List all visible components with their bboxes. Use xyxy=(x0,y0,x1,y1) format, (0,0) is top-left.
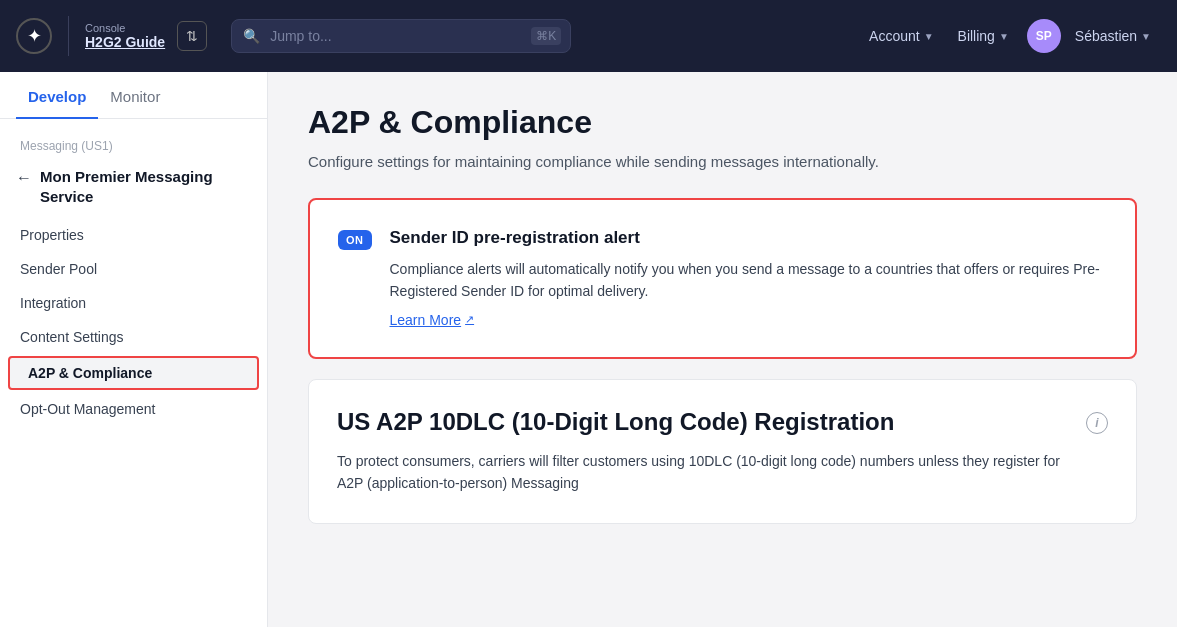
account-arrow-icon: ▼ xyxy=(924,31,934,42)
topnav: ✦ Console H2G2 Guide ⇅ 🔍 ⌘K Account ▼ Bi… xyxy=(0,0,1177,72)
billing-label: Billing xyxy=(958,28,995,44)
a2p-body: To protect consumers, carriers will filt… xyxy=(337,450,1086,495)
info-icon[interactable]: i xyxy=(1086,412,1108,434)
sender-id-title: Sender ID pre-registration alert xyxy=(390,228,1108,248)
page-title: A2P & Compliance xyxy=(308,104,1137,141)
console-label: Console xyxy=(85,22,165,34)
switcher-icon: ⇅ xyxy=(186,28,198,44)
sidebar-service: ← Mon Premier Messaging Service xyxy=(0,161,267,218)
user-avatar[interactable]: SP xyxy=(1027,19,1061,53)
sender-id-card-content: Sender ID pre-registration alert Complia… xyxy=(390,228,1108,329)
back-arrow-icon[interactable]: ← xyxy=(16,169,32,187)
sidebar-item-opt-out[interactable]: Opt-Out Management xyxy=(0,392,267,426)
user-menu[interactable]: Sébastien ▼ xyxy=(1065,22,1161,50)
tab-monitor[interactable]: Monitor xyxy=(98,72,172,119)
sender-id-body: Compliance alerts will automatically not… xyxy=(390,258,1108,303)
topnav-right: Account ▼ Billing ▼ SP Sébastien ▼ xyxy=(859,19,1161,53)
user-arrow-icon: ▼ xyxy=(1141,31,1151,42)
sidebar-tabs: Develop Monitor xyxy=(0,72,267,119)
sender-id-card: ON Sender ID pre-registration alert Comp… xyxy=(308,198,1137,359)
sidebar-section-label: Messaging (US1) xyxy=(0,119,267,161)
nav-divider xyxy=(68,16,69,56)
search-icon: 🔍 xyxy=(243,28,260,44)
sidebar-item-a2p-compliance[interactable]: A2P & Compliance xyxy=(8,356,259,390)
learn-more-label: Learn More xyxy=(390,312,462,328)
user-initials: SP xyxy=(1036,29,1052,43)
account-label: Account xyxy=(869,28,920,44)
sidebar-item-sender-pool[interactable]: Sender Pool xyxy=(0,252,267,286)
account-menu[interactable]: Account ▼ xyxy=(859,22,944,50)
sidebar-item-integration[interactable]: Integration xyxy=(0,286,267,320)
main-content: A2P & Compliance Configure settings for … xyxy=(268,72,1177,627)
learn-more-link[interactable]: Learn More ↗ xyxy=(390,312,475,328)
brand-area: Console H2G2 Guide xyxy=(85,22,165,50)
search-bar: 🔍 ⌘K xyxy=(231,19,571,53)
project-switcher-button[interactable]: ⇅ xyxy=(177,21,207,51)
a2p-10dlc-card: US A2P 10DLC (10-Digit Long Code) Regist… xyxy=(308,379,1137,524)
sidebar-nav: Properties Sender Pool Integration Conte… xyxy=(0,218,267,426)
sidebar-item-properties[interactable]: Properties xyxy=(0,218,267,252)
toggle-on[interactable]: ON xyxy=(338,230,372,250)
app-logo: ✦ xyxy=(16,18,52,54)
billing-menu[interactable]: Billing ▼ xyxy=(948,22,1019,50)
tab-develop[interactable]: Develop xyxy=(16,72,98,119)
external-link-icon: ↗ xyxy=(465,313,474,326)
sidebar-item-content-settings[interactable]: Content Settings xyxy=(0,320,267,354)
a2p-title: US A2P 10DLC (10-Digit Long Code) Regist… xyxy=(337,408,1086,436)
sidebar: Develop Monitor Messaging (US1) ← Mon Pr… xyxy=(0,72,268,627)
keyboard-shortcut-icon: ⌘K xyxy=(531,27,561,45)
page-subtitle: Configure settings for maintaining compl… xyxy=(308,153,1137,170)
logo-icon: ✦ xyxy=(27,25,42,47)
project-name[interactable]: H2G2 Guide xyxy=(85,34,165,50)
user-name: Sébastien xyxy=(1075,28,1137,44)
service-name: Mon Premier Messaging Service xyxy=(40,168,213,205)
billing-arrow-icon: ▼ xyxy=(999,31,1009,42)
search-input[interactable] xyxy=(231,19,571,53)
